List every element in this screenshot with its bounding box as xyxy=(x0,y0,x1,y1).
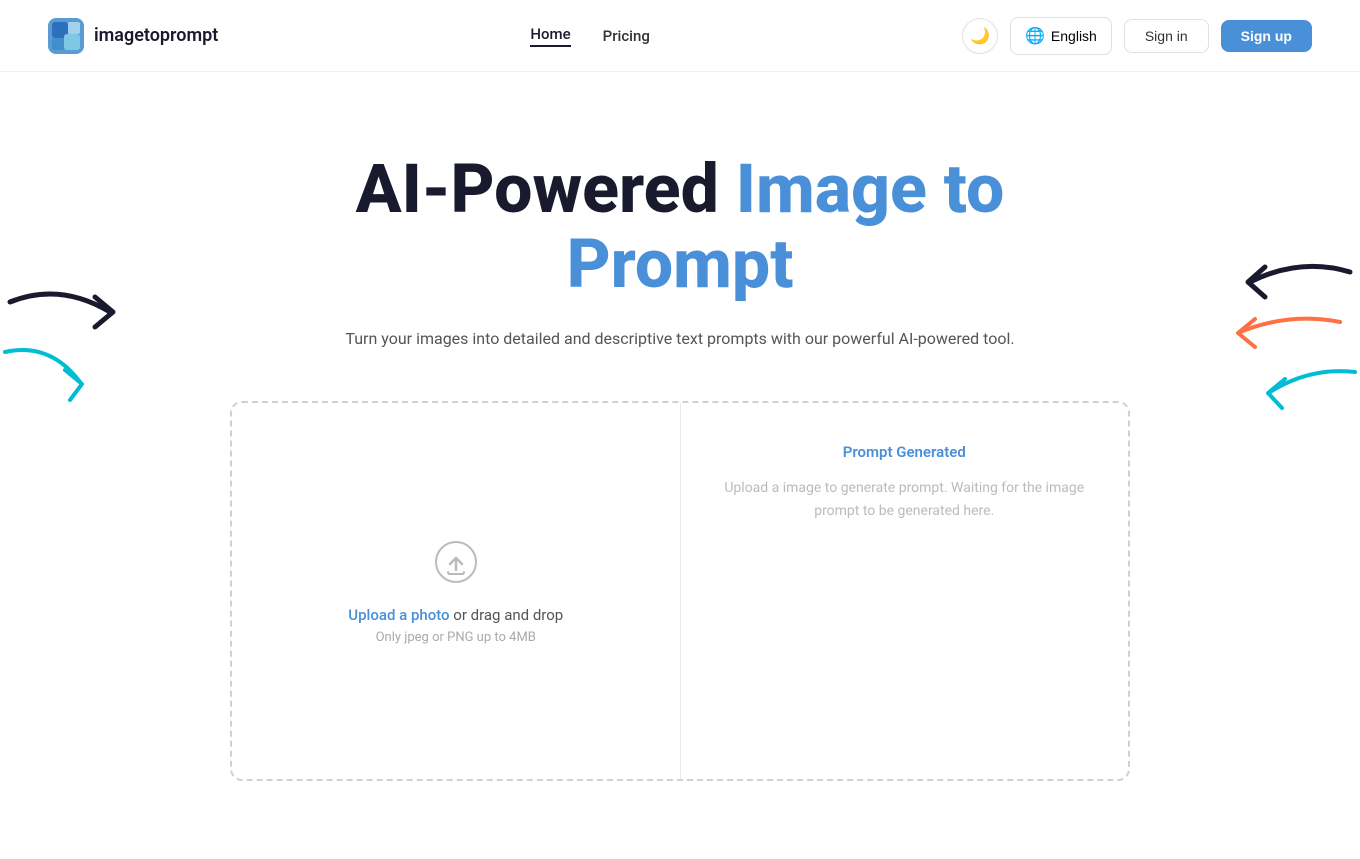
nav-links: Home Pricing xyxy=(530,25,649,47)
hero-subtitle: Turn your images into detailed and descr… xyxy=(340,326,1020,352)
lang-label: English xyxy=(1051,28,1097,44)
language-selector[interactable]: 🌐 English xyxy=(1010,17,1112,55)
logo-link[interactable]: imagetoprompt xyxy=(48,18,218,54)
upload-drag-text: or drag and drop xyxy=(450,606,564,624)
hero-title: AI-Powered Image to Prompt xyxy=(48,152,1312,302)
nav-home-link[interactable]: Home xyxy=(530,25,570,47)
globe-icon: 🌐 xyxy=(1025,26,1045,46)
navbar: imagetoprompt Home Pricing 🌙 🌐 English S… xyxy=(0,0,1360,72)
logo-text: imagetoprompt xyxy=(94,25,218,46)
hero-title-part1: AI-Powered xyxy=(356,149,736,229)
hero-section: AI-Powered Image to Prompt Turn your ima… xyxy=(0,72,1360,841)
sign-up-button[interactable]: Sign up xyxy=(1221,20,1312,52)
sign-in-button[interactable]: Sign in xyxy=(1124,19,1209,53)
nav-pricing-link[interactable]: Pricing xyxy=(603,27,650,45)
nav-right: 🌙 🌐 English Sign in Sign up xyxy=(962,17,1312,55)
upload-hint: Only jpeg or PNG up to 4MB xyxy=(376,630,536,645)
hero-title-part3: Prompt xyxy=(567,224,794,304)
upload-text: Upload a photo or drag and drop xyxy=(348,606,563,624)
upload-photo-link[interactable]: Upload a photo xyxy=(348,606,449,624)
logo-icon xyxy=(48,18,84,54)
upload-icon xyxy=(432,538,480,590)
upload-section: Upload a photo or drag and drop Only jpe… xyxy=(230,401,1130,781)
hero-title-part2: Image to xyxy=(736,149,1005,229)
prompt-output-panel: Prompt Generated Upload a image to gener… xyxy=(681,403,1129,779)
dark-mode-toggle[interactable]: 🌙 xyxy=(962,18,998,54)
prompt-generated-label: Prompt Generated xyxy=(721,443,1089,461)
upload-dropzone[interactable]: Upload a photo or drag and drop Only jpe… xyxy=(232,403,681,779)
prompt-placeholder-text: Upload a image to generate prompt. Waiti… xyxy=(721,477,1089,522)
